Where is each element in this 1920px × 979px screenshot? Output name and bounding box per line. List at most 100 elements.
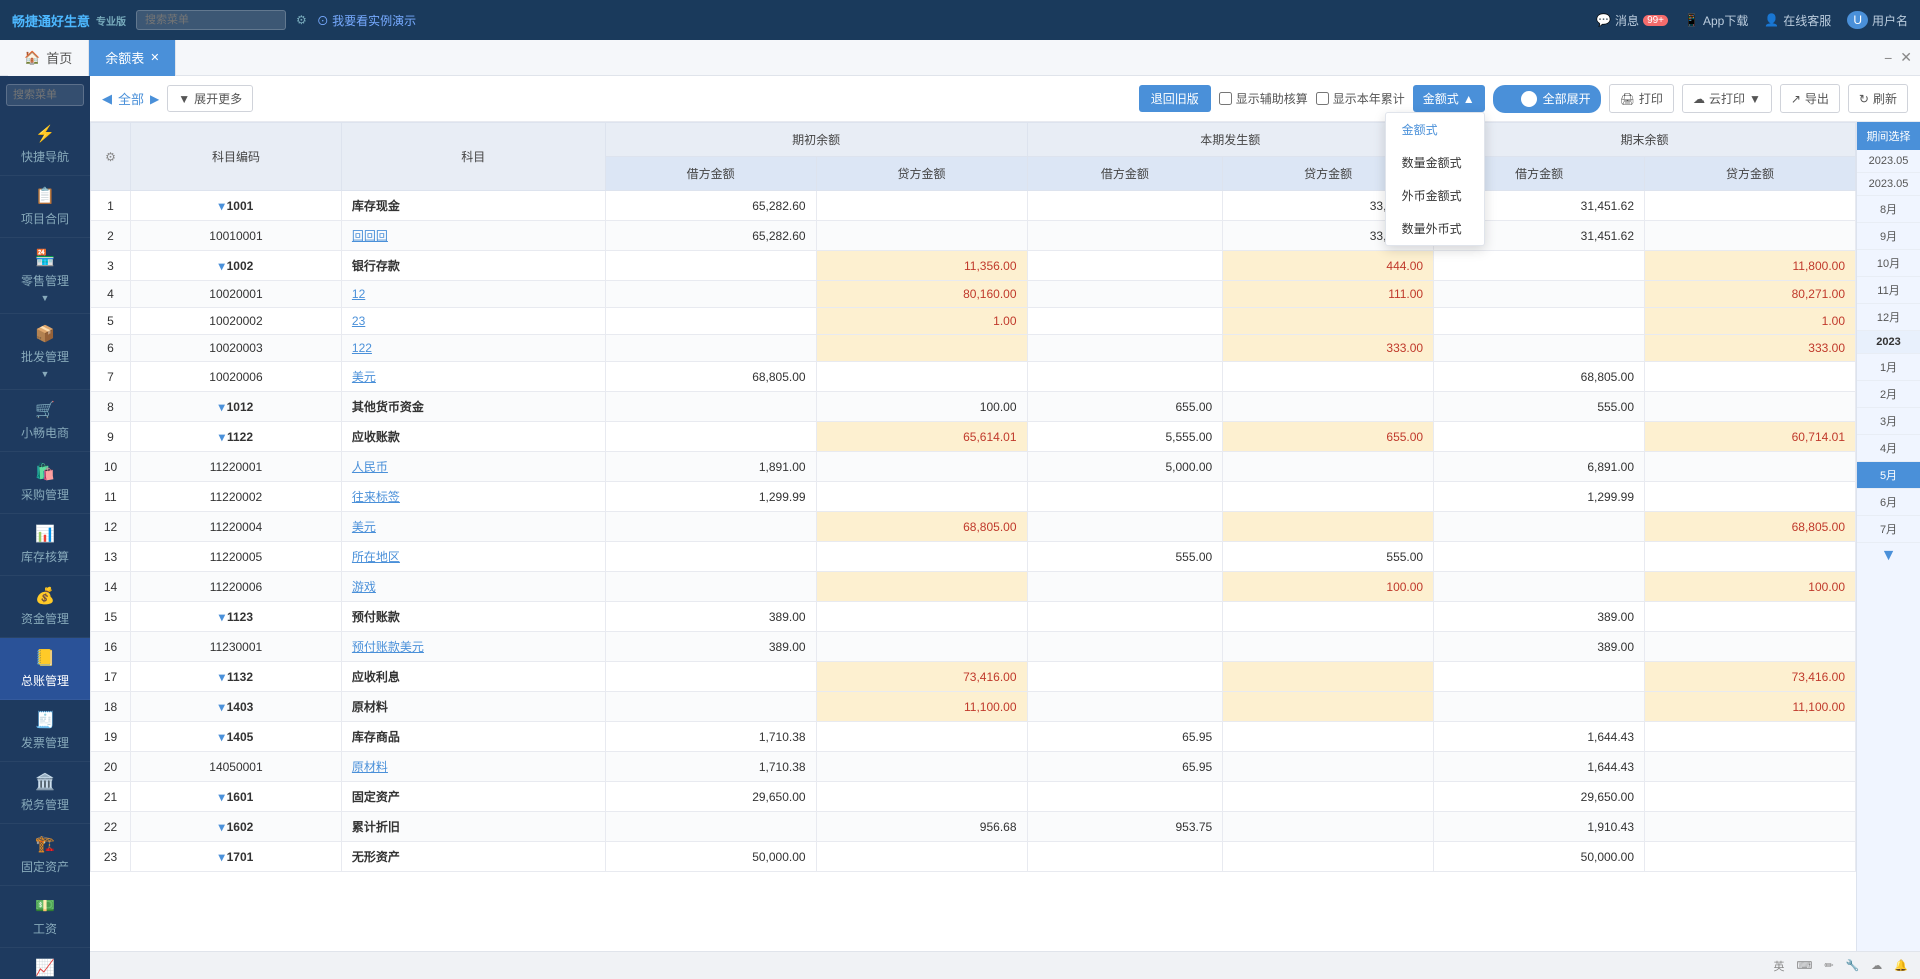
status-icon-6[interactable]: 🔔	[1894, 959, 1908, 972]
cloud-print-button[interactable]: ☁ 云打印 ▼	[1682, 84, 1772, 113]
cell-account-name[interactable]: 所在地区	[341, 542, 605, 572]
tab-close-icon[interactable]: ✕	[150, 51, 159, 64]
cell-cb-debit: 555.00	[1434, 392, 1645, 422]
date-item[interactable]: 12月	[1857, 304, 1920, 331]
date-item[interactable]: 2月	[1857, 381, 1920, 408]
expand-more-button[interactable]: ▼ 展开更多	[167, 85, 253, 112]
sidebar-item-invoice[interactable]: 🧾 发票管理	[0, 700, 90, 762]
account-link[interactable]: 人民币	[352, 460, 388, 474]
amount-option-1[interactable]: 金额式	[1386, 113, 1484, 146]
account-link[interactable]: 美元	[352, 520, 376, 534]
account-link[interactable]: 美元	[352, 370, 376, 384]
date-nav-down-icon[interactable]: ▼	[1881, 547, 1897, 565]
account-link[interactable]: 游戏	[352, 580, 376, 594]
cell-account-name[interactable]: 回回回	[341, 221, 605, 251]
year-total-check[interactable]	[1316, 92, 1329, 105]
expand-all-toggle[interactable]: 全部展开	[1493, 85, 1601, 113]
sidebar-item-quick-nav[interactable]: ⚡ 快捷导航	[0, 114, 90, 176]
date-item[interactable]: 3月	[1857, 408, 1920, 435]
main-content: ◀ 全部 ▶ ▼ 展开更多 退回旧版 显示辅助核算 显示本年累计	[90, 76, 1920, 979]
sidebar-item-wholesale[interactable]: 📦 批发管理 ▼	[0, 314, 90, 390]
cell-account-name[interactable]: 原材料	[341, 752, 605, 782]
date-item[interactable]: 11月	[1857, 277, 1920, 304]
date-item[interactable]: 10月	[1857, 250, 1920, 277]
status-icon-5[interactable]: ☁	[1871, 959, 1882, 972]
amount-option-2[interactable]: 数量金额式	[1386, 146, 1484, 179]
amount-option-3[interactable]: 外币金额式	[1386, 179, 1484, 212]
date-item[interactable]: 4月	[1857, 435, 1920, 462]
sidebar-item-purchase[interactable]: 🛍️ 采购管理	[0, 452, 90, 514]
show-year-total-checkbox[interactable]: 显示本年累计	[1316, 90, 1405, 107]
date-item[interactable]: 9月	[1857, 223, 1920, 250]
export-button[interactable]: ↗ 导出	[1780, 84, 1840, 113]
status-icon-3[interactable]: ✏	[1824, 959, 1833, 972]
sidebar-item-business[interactable]: 📈 经营管理	[0, 948, 90, 979]
account-link[interactable]: 12	[352, 287, 365, 301]
account-link[interactable]: 往来标签	[352, 490, 400, 504]
top-search-input[interactable]	[136, 10, 286, 30]
account-link[interactable]: 回回回	[352, 229, 388, 243]
status-icon-1[interactable]: 英	[1773, 958, 1784, 974]
cell-ob-debit	[605, 335, 816, 362]
tab-balance[interactable]: 余额表 ✕	[89, 40, 176, 76]
date-item[interactable]: 6月	[1857, 489, 1920, 516]
sidebar-item-ecommerce[interactable]: 🛒 小畅电商	[0, 390, 90, 452]
toggle-switch[interactable]	[1503, 89, 1539, 109]
sidebar-item-payroll[interactable]: 💵 工资	[0, 886, 90, 948]
breadcrumb-forward-icon[interactable]: ▶	[150, 92, 159, 106]
sidebar-item-inventory[interactable]: 📊 库存核算	[0, 514, 90, 576]
account-link[interactable]: 122	[352, 341, 372, 355]
amount-option-4[interactable]: 数量外币式	[1386, 212, 1484, 245]
account-link[interactable]: 23	[352, 314, 365, 328]
cell-account-name[interactable]: 美元	[341, 362, 605, 392]
sidebar-item-retail[interactable]: 🏪 零售管理 ▼	[0, 238, 90, 314]
breadcrumb-all[interactable]: 全部	[118, 89, 144, 108]
refresh-button[interactable]: ↻ 刷新	[1848, 84, 1908, 113]
account-link[interactable]: 原材料	[352, 760, 388, 774]
table-settings-icon[interactable]: ⚙	[105, 150, 116, 164]
cell-account-name[interactable]: 人民币	[341, 452, 605, 482]
auxiliary-check[interactable]	[1219, 92, 1232, 105]
sidebar-search-input[interactable]	[6, 84, 84, 106]
status-icon-2[interactable]: ⌨	[1796, 959, 1812, 972]
download-action[interactable]: 📱 App下载	[1684, 12, 1748, 29]
date-item[interactable]: 5月	[1857, 462, 1920, 489]
sidebar-item-tax[interactable]: 🏛️ 税务管理	[0, 762, 90, 824]
sidebar-item-capital[interactable]: 💰 资金管理	[0, 576, 90, 638]
print-button[interactable]: 🖨 打印	[1609, 84, 1674, 113]
service-action[interactable]: 👤 在线客服	[1764, 12, 1831, 29]
date-item[interactable]: 2023.05	[1857, 150, 1920, 173]
settings-icon[interactable]: ⚙	[296, 13, 307, 27]
breadcrumb-back-icon[interactable]: ◀	[102, 91, 112, 107]
date-item[interactable]: 2023.05	[1857, 173, 1920, 196]
date-panel-title[interactable]: 期间选择	[1857, 122, 1920, 150]
cell-account-name[interactable]: 往来标签	[341, 482, 605, 512]
demo-link[interactable]: ⊙ 我要看实例演示	[317, 12, 416, 29]
date-item[interactable]: 2023	[1857, 331, 1920, 354]
app-name: 畅捷通好生意	[12, 11, 90, 30]
user-action[interactable]: U 用户名	[1847, 11, 1908, 29]
return-old-button[interactable]: 退回旧版	[1139, 85, 1211, 112]
sidebar-item-fixed[interactable]: 🏗️ 固定资产	[0, 824, 90, 886]
account-link[interactable]: 预付账款美元	[352, 640, 424, 654]
amount-style-button[interactable]: 金额式 ▲	[1413, 85, 1485, 112]
tab-home[interactable]: 🏠 首页	[8, 40, 89, 76]
show-auxiliary-checkbox[interactable]: 显示辅助核算	[1219, 90, 1308, 107]
date-item[interactable]: 7月	[1857, 516, 1920, 543]
cell-account-name[interactable]: 预付账款美元	[341, 632, 605, 662]
cell-account-name[interactable]: 23	[341, 308, 605, 335]
cell-account-name[interactable]: 美元	[341, 512, 605, 542]
cell-account-name[interactable]: 游戏	[341, 572, 605, 602]
account-link[interactable]: 所在地区	[352, 550, 400, 564]
sidebar-item-project[interactable]: 📋 项目合同	[0, 176, 90, 238]
sidebar-item-accounting[interactable]: 📒 总账管理	[0, 638, 90, 700]
status-icon-4[interactable]: 🔧	[1846, 959, 1860, 972]
message-action[interactable]: 💬 消息 99+	[1596, 12, 1668, 29]
window-close-icon[interactable]: ✕	[1900, 49, 1912, 66]
cell-account-name[interactable]: 122	[341, 335, 605, 362]
cell-row-num: 20	[91, 752, 131, 782]
date-item[interactable]: 1月	[1857, 354, 1920, 381]
window-minimize-icon[interactable]: −	[1884, 50, 1892, 66]
cell-account-name[interactable]: 12	[341, 281, 605, 308]
date-item[interactable]: 8月	[1857, 196, 1920, 223]
